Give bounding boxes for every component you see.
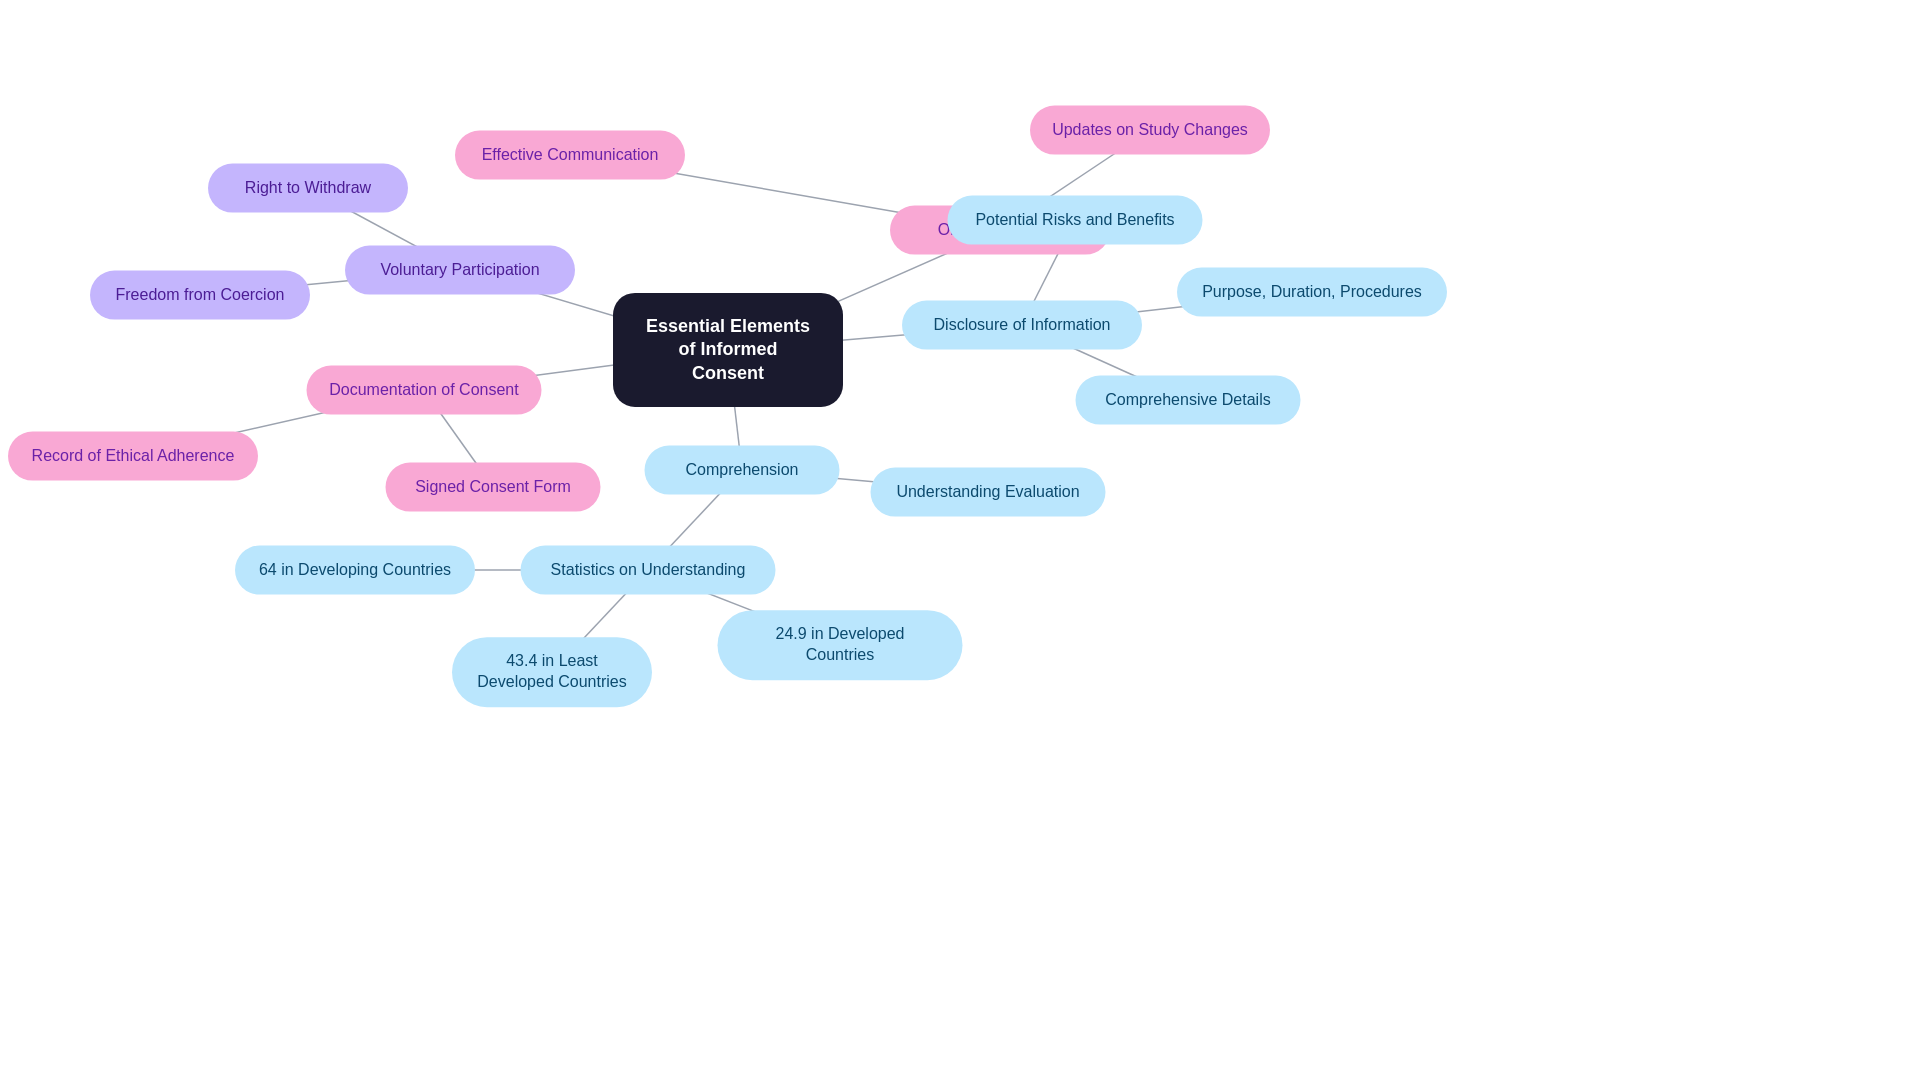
mindmap-container: Essential Elements of Informed ConsentOn… — [0, 0, 1920, 1083]
node-64-developing[interactable]: 64 in Developing Countries — [235, 546, 475, 595]
node-doc-consent[interactable]: Documentation of Consent — [307, 366, 542, 415]
node-249-developed[interactable]: 24.9 in Developed Countries — [718, 610, 963, 680]
node-effective-comm[interactable]: Effective Communication — [455, 131, 685, 180]
node-purpose-dur[interactable]: Purpose, Duration, Procedures — [1177, 268, 1447, 317]
node-comprehension[interactable]: Comprehension — [645, 446, 840, 495]
node-freedom-coercion[interactable]: Freedom from Coercion — [90, 271, 310, 320]
center-node[interactable]: Essential Elements of Informed Consent — [613, 293, 843, 407]
node-434-least[interactable]: 43.4 in Least Developed Countries — [452, 637, 652, 707]
node-voluntary-part[interactable]: Voluntary Participation — [345, 246, 575, 295]
node-record-ethical[interactable]: Record of Ethical Adherence — [8, 432, 258, 481]
node-potential-risks[interactable]: Potential Risks and Benefits — [948, 196, 1203, 245]
node-understand-eval[interactable]: Understanding Evaluation — [871, 468, 1106, 517]
node-stats-understand[interactable]: Statistics on Understanding — [521, 546, 776, 595]
node-signed-form[interactable]: Signed Consent Form — [386, 463, 601, 512]
connections-svg — [0, 0, 1920, 1083]
node-disclosure[interactable]: Disclosure of Information — [902, 301, 1142, 350]
node-right-withdraw[interactable]: Right to Withdraw — [208, 164, 408, 213]
node-comprehensive[interactable]: Comprehensive Details — [1076, 376, 1301, 425]
node-updates-study[interactable]: Updates on Study Changes — [1030, 106, 1270, 155]
